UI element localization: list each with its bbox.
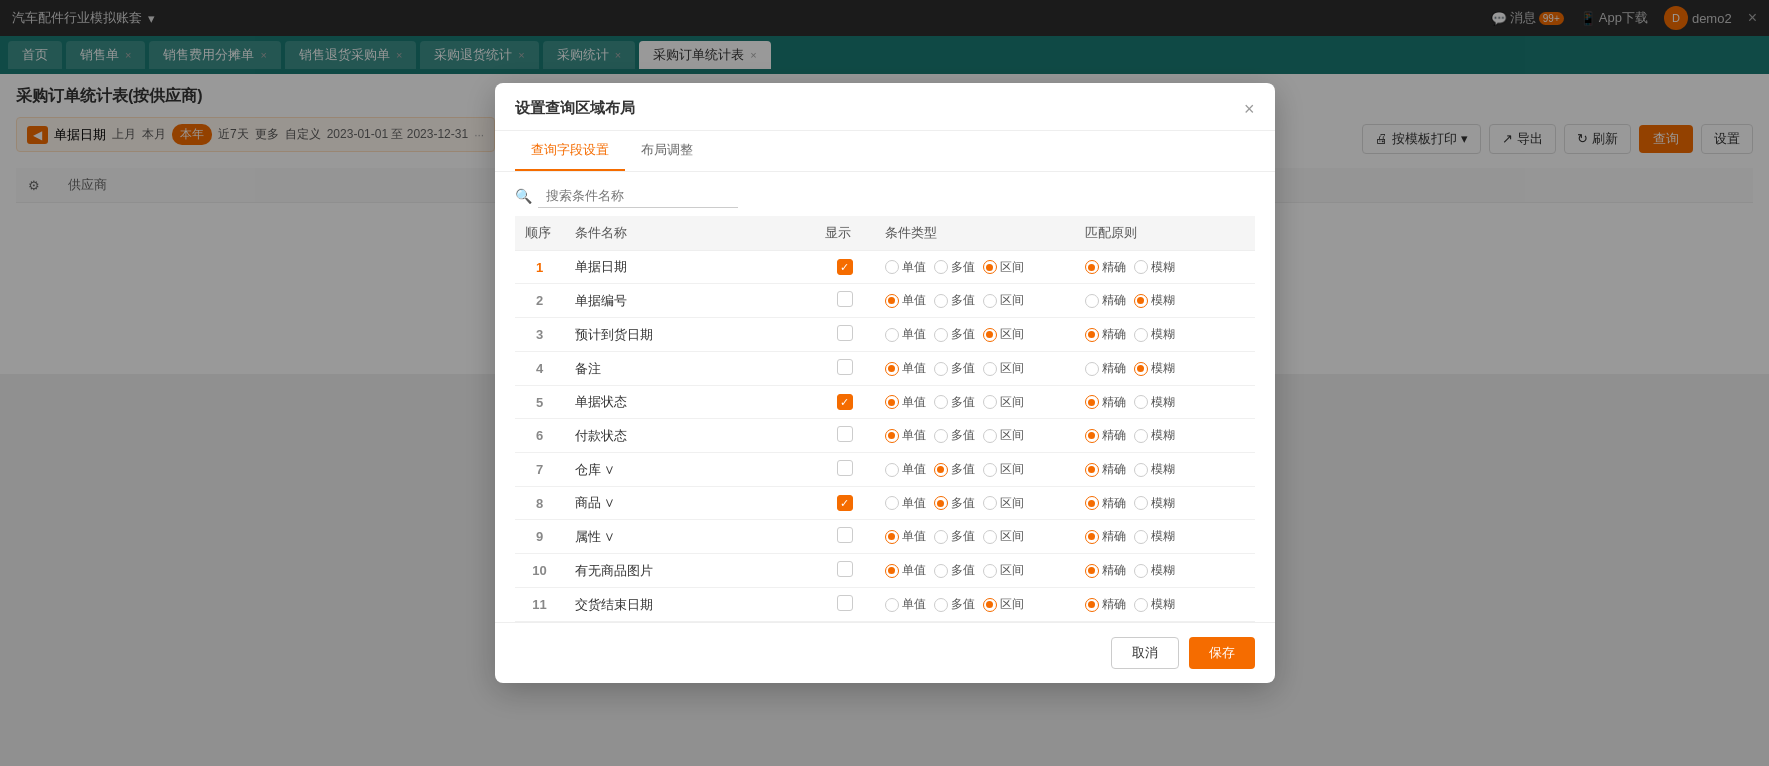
radio-circle-type-2 — [885, 328, 899, 342]
radio-circle-type-2 — [983, 328, 997, 342]
row-name-3: 备注 — [565, 352, 815, 375]
radio-circle-match-1 — [1085, 294, 1099, 308]
row-name-1: 单据编号 — [565, 284, 815, 318]
radio-circle-match-2 — [1085, 328, 1099, 342]
th-display: 显示 — [815, 216, 875, 251]
row-order-2: 3 — [515, 318, 565, 352]
radio-circle-match-0 — [1085, 260, 1099, 274]
radio-circle-type-2 — [934, 328, 948, 342]
radio-type-多值-1[interactable]: 多值 — [934, 292, 975, 309]
radio-type-单值-1[interactable]: 单值 — [885, 292, 926, 309]
modal-tabs: 查询字段设置 布局调整 — [495, 131, 1275, 172]
radio-match-模糊-1[interactable]: 模糊 — [1134, 292, 1175, 309]
radio-type-多值-3[interactable]: 多值 — [934, 360, 975, 374]
radio-type-单值-0[interactable]: 单值 — [885, 259, 926, 276]
row-display-1[interactable] — [815, 284, 875, 318]
row-type-0: 单值多值区间 — [875, 251, 1075, 284]
tab-query-fields[interactable]: 查询字段设置 — [515, 131, 625, 171]
radio-circle-type-0 — [934, 260, 948, 274]
radio-circle-match-2 — [1134, 328, 1148, 342]
modal-title: 设置查询区域布局 — [515, 99, 635, 118]
th-order: 顺序 — [515, 216, 565, 251]
row-type-3: 单值多值区间 — [875, 352, 1075, 375]
radio-type-区间-3[interactable]: 区间 — [983, 360, 1024, 374]
radio-match-模糊-3[interactable]: 模糊 — [1134, 360, 1175, 374]
table-row: 3预计到货日期单值多值区间精确模糊 — [515, 318, 1255, 352]
radio-match-精确-0[interactable]: 精确 — [1085, 259, 1126, 276]
radio-circle-type-1 — [934, 294, 948, 308]
row-match-0: 精确模糊 — [1075, 251, 1255, 284]
row-type-1: 单值多值区间 — [875, 284, 1075, 318]
search-input[interactable] — [538, 184, 738, 208]
radio-circle-match-0 — [1134, 260, 1148, 274]
row-order-3: 4 — [515, 352, 565, 375]
table-row: 4备注单值多值区间精确模糊 — [515, 352, 1255, 375]
radio-circle-match-1 — [1134, 294, 1148, 308]
radio-circle-type-1 — [885, 294, 899, 308]
modal-header: 设置查询区域布局 × — [495, 83, 1275, 131]
radio-type-多值-2[interactable]: 多值 — [934, 326, 975, 343]
radio-match-精确-3[interactable]: 精确 — [1085, 360, 1126, 374]
row-name-0: 单据日期 — [565, 251, 815, 284]
radio-match-模糊-2[interactable]: 模糊 — [1134, 326, 1175, 343]
table-row: 2单据编号单值多值区间精确模糊 — [515, 284, 1255, 318]
radio-type-区间-0[interactable]: 区间 — [983, 259, 1024, 276]
radio-circle-type-3 — [983, 362, 997, 375]
radio-circle-match-3 — [1085, 362, 1099, 375]
radio-circle-type-3 — [885, 362, 899, 375]
checkbox-2[interactable] — [837, 325, 853, 341]
search-icon: 🔍 — [515, 188, 532, 204]
th-match: 匹配原则 — [1075, 216, 1255, 251]
row-display-2[interactable] — [815, 318, 875, 352]
th-name: 条件名称 — [565, 216, 815, 251]
table-row: 1单据日期✓单值多值区间精确模糊 — [515, 251, 1255, 284]
row-order-0: 1 — [515, 251, 565, 284]
modal-overlay: 设置查询区域布局 × 查询字段设置 布局调整 🔍 顺序 条件名称 — [0, 0, 1769, 374]
row-match-3: 精确模糊 — [1075, 352, 1255, 375]
radio-type-单值-2[interactable]: 单值 — [885, 326, 926, 343]
radio-type-单值-3[interactable]: 单值 — [885, 360, 926, 374]
radio-type-区间-1[interactable]: 区间 — [983, 292, 1024, 309]
row-order-1: 2 — [515, 284, 565, 318]
modal-table-wrap: 顺序 条件名称 显示 条件类型 匹配原则 1单据日期✓单值多值区间精确模糊2单据… — [495, 216, 1275, 374]
row-name-2: 预计到货日期 — [565, 318, 815, 352]
radio-circle-type-0 — [983, 260, 997, 274]
radio-circle-match-3 — [1134, 362, 1148, 375]
settings-modal: 设置查询区域布局 × 查询字段设置 布局调整 🔍 顺序 条件名称 — [495, 83, 1275, 374]
modal-close-button[interactable]: × — [1244, 100, 1255, 118]
radio-match-模糊-0[interactable]: 模糊 — [1134, 259, 1175, 276]
row-display-0[interactable]: ✓ — [815, 251, 875, 284]
radio-type-区间-2[interactable]: 区间 — [983, 326, 1024, 343]
row-type-2: 单值多值区间 — [875, 318, 1075, 352]
tab-query-fields-label: 查询字段设置 — [531, 142, 609, 157]
tab-layout-adjust-label: 布局调整 — [641, 142, 693, 157]
tab-layout-adjust[interactable]: 布局调整 — [625, 131, 709, 171]
row-match-1: 精确模糊 — [1075, 284, 1255, 318]
modal-search-area: 🔍 — [495, 172, 1275, 216]
row-display-3[interactable] — [815, 352, 875, 375]
th-type: 条件类型 — [875, 216, 1075, 251]
checkbox-1[interactable] — [837, 291, 853, 307]
radio-circle-type-3 — [934, 362, 948, 375]
row-match-2: 精确模糊 — [1075, 318, 1255, 352]
radio-match-精确-1[interactable]: 精确 — [1085, 292, 1126, 309]
radio-type-多值-0[interactable]: 多值 — [934, 259, 975, 276]
conditions-table: 顺序 条件名称 显示 条件类型 匹配原则 1单据日期✓单值多值区间精确模糊2单据… — [515, 216, 1255, 374]
checkbox-3[interactable] — [837, 359, 853, 374]
radio-circle-type-0 — [885, 260, 899, 274]
radio-circle-type-1 — [983, 294, 997, 308]
checkbox-0[interactable]: ✓ — [837, 259, 853, 275]
radio-match-精确-2[interactable]: 精确 — [1085, 326, 1126, 343]
